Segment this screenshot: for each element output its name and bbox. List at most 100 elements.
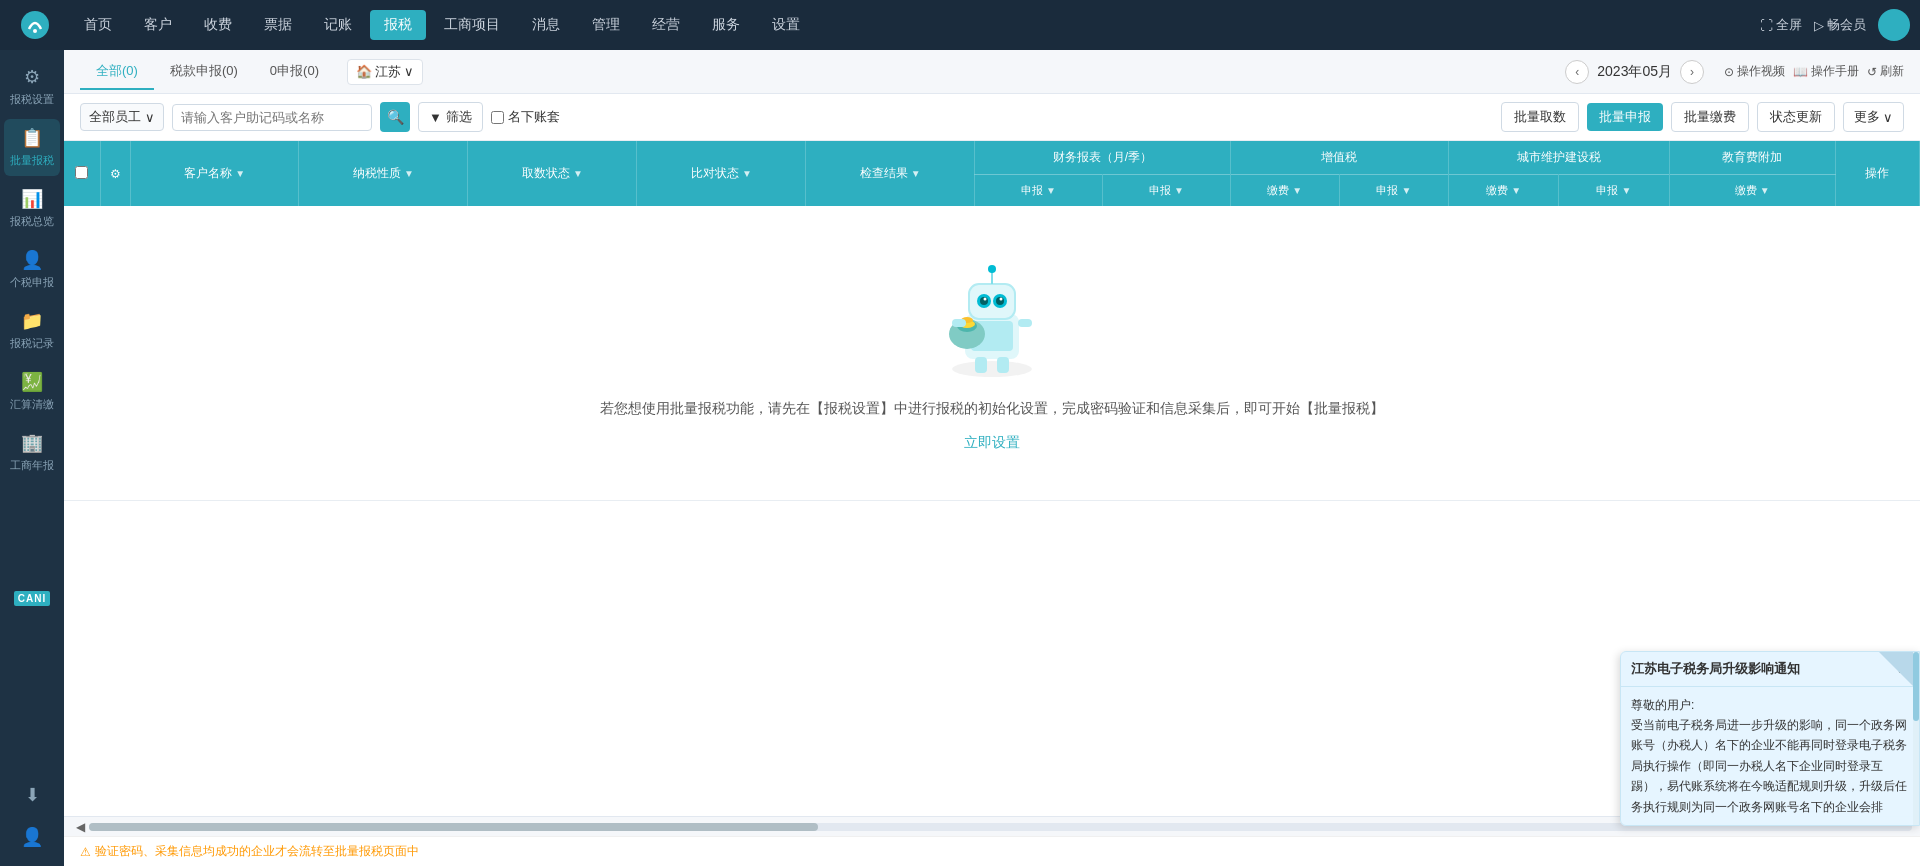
manual-action[interactable]: 📖 操作手册 <box>1793 63 1859 80</box>
nav-tax[interactable]: 报税 <box>370 10 426 40</box>
batch-declare-btn[interactable]: 批量申报 <box>1587 103 1663 131</box>
status-update-btn[interactable]: 状态更新 <box>1757 102 1835 132</box>
sidebar-item-annual-report[interactable]: 🏢 工商年报 <box>4 424 60 481</box>
vat-declare-filter-icon[interactable]: ▼ <box>1174 185 1184 196</box>
sidebar-item-tax-records[interactable]: 📁 报税记录 <box>4 302 60 359</box>
sidebar-item-batch-tax[interactable]: 📋 批量报税 <box>4 119 60 176</box>
batch-pay-btn[interactable]: 批量缴费 <box>1671 102 1749 132</box>
sidebar-item-personal-tax[interactable]: 👤 个税申报 <box>4 241 60 298</box>
nav-operation[interactable]: 经营 <box>638 10 694 40</box>
nav-settings[interactable]: 设置 <box>758 10 814 40</box>
avatar[interactable] <box>1878 9 1910 41</box>
account-checkbox[interactable] <box>491 111 504 124</box>
notification-header: 江苏电子税务局升级影响通知 ✕ <box>1621 652 1919 687</box>
settings-icon[interactable]: ⚙ <box>110 167 121 181</box>
compare-status-label: 比对状态 <box>691 166 739 180</box>
tab-zero-declare[interactable]: 0申报(0) <box>254 54 335 90</box>
setup-link[interactable]: 立即设置 <box>964 434 1020 452</box>
nav-invoice[interactable]: 票据 <box>250 10 306 40</box>
tax-type-filter-icon[interactable]: ▼ <box>404 168 414 179</box>
financial-declare-label: 申报 <box>1021 184 1043 196</box>
fullscreen-btn[interactable]: ⛶ 全屏 <box>1760 16 1802 34</box>
fetch-status-filter-icon[interactable]: ▼ <box>573 168 583 179</box>
sidebar-item-user[interactable]: 👤 <box>4 818 60 856</box>
nav-fee[interactable]: 收费 <box>190 10 246 40</box>
search-input[interactable] <box>172 104 372 131</box>
sidebar-item-tax-settings[interactable]: ⚙ 报税设置 <box>4 58 60 115</box>
sidebar-bottom: ⬇ 👤 <box>4 776 60 856</box>
nav-management[interactable]: 管理 <box>578 10 634 40</box>
video-action[interactable]: ⊙ 操作视频 <box>1724 63 1785 80</box>
checkbox-text: 名下账套 <box>508 108 560 126</box>
prev-month-btn[interactable]: ‹ <box>1565 60 1589 84</box>
notification-scroll-thumb[interactable] <box>1913 652 1919 721</box>
customer-filter-icon[interactable]: ▼ <box>235 168 245 179</box>
sub-header-city-pay: 缴费 ▼ <box>1448 175 1558 207</box>
notification-text: 尊敬的用户: 受当前电子税务局进一步升级的影响，同一个政务网账号（办税人）名下的… <box>1631 695 1909 817</box>
compare-status-filter-icon[interactable]: ▼ <box>742 168 752 179</box>
search-icon: 🔍 <box>387 109 404 125</box>
right-actions: ⛶ 全屏 ▷ 畅会员 <box>1760 9 1910 41</box>
sub-header-city-declare: 申报 ▼ <box>1339 175 1448 207</box>
employee-select-icon: ∨ <box>145 110 155 125</box>
nav-customer[interactable]: 客户 <box>130 10 186 40</box>
toolbar: 全部员工 ∨ 🔍 ▼ 筛选 名下账套 批量取数 批量申报 批量缴费 状态更新 <box>64 94 1920 141</box>
sub-header-edu-declare: 申报 ▼ <box>1559 175 1669 207</box>
filter-icon: ▼ <box>429 110 442 125</box>
svg-rect-21 <box>997 357 1009 373</box>
vat-pay-filter-icon[interactable]: ▼ <box>1292 185 1302 196</box>
nav-business[interactable]: 工商项目 <box>430 10 514 40</box>
next-month-btn[interactable]: › <box>1680 60 1704 84</box>
employee-select[interactable]: 全部员工 ∨ <box>80 103 164 131</box>
header-operation: 操作 <box>1835 141 1919 206</box>
header-check-result: 检查结果 ▼ <box>806 141 975 206</box>
city-pay-filter-icon[interactable]: ▼ <box>1511 185 1521 196</box>
city-declare-filter-icon[interactable]: ▼ <box>1401 185 1411 196</box>
video-label: 操作视频 <box>1737 63 1785 80</box>
sidebar-label-batch-tax: 批量报税 <box>10 153 54 168</box>
sidebar-item-annual-settlement[interactable]: 💹 汇算清缴 <box>4 363 60 420</box>
top-navigation: 首页 客户 收费 票据 记账 报税 工商项目 消息 管理 经营 服务 设置 ⛶ … <box>0 0 1920 50</box>
more-chevron-icon: ∨ <box>1883 110 1893 125</box>
svg-rect-18 <box>952 319 966 327</box>
svg-point-2 <box>952 361 1032 377</box>
financial-declare-filter-icon[interactable]: ▼ <box>1046 185 1056 196</box>
notification-scrollbar[interactable] <box>1913 652 1919 825</box>
sidebar-item-download[interactable]: ⬇ <box>4 776 60 814</box>
nav-home[interactable]: 首页 <box>70 10 126 40</box>
robot-illustration <box>927 254 1057 384</box>
check-result-filter-icon[interactable]: ▼ <box>911 168 921 179</box>
sidebar-item-tax-overview[interactable]: 📊 报税总览 <box>4 180 60 237</box>
region-selector[interactable]: 🏠 江苏 ∨ <box>347 59 423 85</box>
manual-icon: 📖 <box>1793 65 1808 79</box>
scroll-left-btn[interactable]: ◀ <box>72 820 89 834</box>
tab-tax-declare[interactable]: 税款申报(0) <box>154 54 254 90</box>
nav-bookkeeping[interactable]: 记账 <box>310 10 366 40</box>
fullscreen-label: 全屏 <box>1776 16 1802 34</box>
region-text: 江苏 <box>375 63 401 81</box>
member-btn[interactable]: ▷ 畅会员 <box>1814 16 1866 34</box>
search-button[interactable]: 🔍 <box>380 102 410 132</box>
scroll-thumb[interactable] <box>89 823 818 831</box>
tab-all[interactable]: 全部(0) <box>80 54 154 90</box>
edu-pay-filter-icon[interactable]: ▼ <box>1760 185 1770 196</box>
more-btn[interactable]: 更多 ∨ <box>1843 102 1904 132</box>
header-tax-type: 纳税性质 ▼ <box>299 141 468 206</box>
batch-fetch-btn[interactable]: 批量取数 <box>1501 102 1579 132</box>
nav-service[interactable]: 服务 <box>698 10 754 40</box>
sidebar-label-annual-report: 工商年报 <box>10 458 54 473</box>
refresh-action[interactable]: ↺ 刷新 <box>1867 63 1904 80</box>
user-icon: 👤 <box>21 826 43 848</box>
filter-button[interactable]: ▼ 筛选 <box>418 102 483 132</box>
month-display: 2023年05月 <box>1597 63 1672 81</box>
select-all-checkbox[interactable] <box>75 166 88 179</box>
data-table: ⚙ 客户名称 ▼ 纳税性质 ▼ 取数状态 ▼ <box>64 141 1920 501</box>
download-icon: ⬇ <box>21 784 43 806</box>
tab-tax-declare-label: 税款申报 <box>170 63 222 78</box>
nav-message[interactable]: 消息 <box>518 10 574 40</box>
tax-overview-icon: 📊 <box>21 188 43 210</box>
header-customer: 客户名称 ▼ <box>130 141 299 206</box>
logo[interactable] <box>10 7 60 43</box>
account-checkbox-label[interactable]: 名下账套 <box>491 108 560 126</box>
edu-declare-filter-icon[interactable]: ▼ <box>1622 185 1632 196</box>
